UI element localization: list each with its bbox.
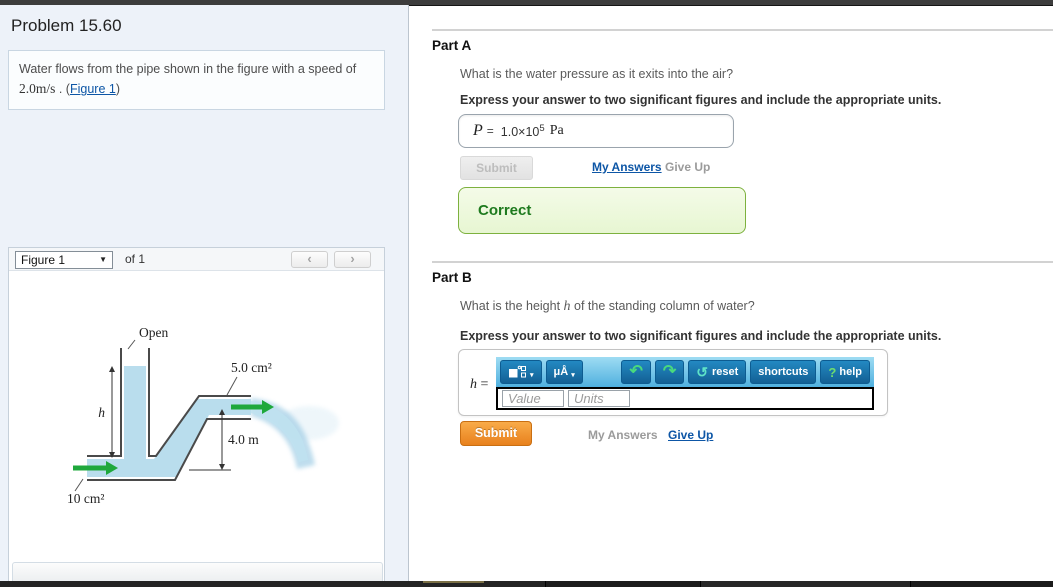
taskbar-accent <box>423 581 484 583</box>
taskbar <box>0 581 1053 587</box>
shortcuts-button[interactable]: shortcuts <box>750 360 817 384</box>
part-b-give-up-link[interactable]: Give Up <box>668 428 713 442</box>
open-leader-line <box>127 339 136 350</box>
area-out-leader-line <box>226 376 238 396</box>
taskbar-segment <box>545 581 701 587</box>
taskbar-segment <box>910 581 1053 587</box>
answer-symbol: P <box>473 122 483 139</box>
part-a-answer-field[interactable]: P = 1.0×105 Pa <box>458 114 734 148</box>
figure-header: Figure 1 ▼ of 1 ‹ › <box>9 248 384 271</box>
value-input[interactable] <box>502 390 564 407</box>
help-button[interactable]: ? help <box>820 360 870 384</box>
equation-toolbar: ▾ μÅ ▾ ↶ ↷ ↺ reset shortcuts ? help <box>496 357 874 387</box>
h-label: h <box>98 405 105 420</box>
part-a-my-answers-link[interactable]: My Answers <box>592 160 662 174</box>
height-label: 4.0 m <box>228 432 259 447</box>
reset-icon: ↺ <box>696 364 708 380</box>
part-a-submit-button: Submit <box>460 156 533 180</box>
correct-label: Correct <box>478 202 532 219</box>
part-a-instruction: Express your answer to two significant f… <box>460 93 942 107</box>
part-a-divider <box>432 29 1053 31</box>
answer-input-row <box>496 387 874 410</box>
part-b-submit-button[interactable]: Submit <box>460 421 532 446</box>
h-dimension <box>109 366 115 458</box>
taskbar-segment <box>700 581 911 587</box>
redo-icon: ↷ <box>662 363 677 380</box>
part-b-my-answers-label: My Answers <box>588 428 658 442</box>
item-view-panel: Problem 15.60 Water flows from the pipe … <box>0 5 409 585</box>
area-in-label: 10 cm² <box>67 491 104 506</box>
part-b-title: Part B <box>432 270 472 285</box>
chevron-right-icon: › <box>350 251 355 266</box>
figure-widget: Figure 1 ▼ of 1 ‹ › Open 5.0 cm² h 4.0 m… <box>8 247 385 585</box>
answer-value: 1.0×105 <box>500 122 545 140</box>
part-b-question: What is the height h of the standing col… <box>460 299 755 314</box>
part-b-divider <box>432 261 1053 263</box>
correct-feedback-box: Correct <box>458 187 746 234</box>
figure-link[interactable]: Figure 1 <box>70 82 116 96</box>
chevron-down-icon: ▼ <box>99 255 107 264</box>
figure-prev-button[interactable]: ‹ <box>291 251 328 268</box>
reset-button[interactable]: ↺ reset <box>688 360 747 384</box>
redo-button[interactable]: ↷ <box>654 360 685 384</box>
equation-editor: h = ▾ μÅ ▾ ↶ ↷ ↺ reset shortcuts ? help … <box>458 349 888 416</box>
equation-lhs: h = <box>470 377 489 392</box>
figure-select[interactable]: Figure 1 ▼ <box>15 251 113 269</box>
pipe-wall-left <box>87 348 122 457</box>
open-label: Open <box>139 325 168 340</box>
h-variable: h <box>563 299 571 314</box>
problem-statement: Water flows from the pipe shown in the f… <box>8 50 385 110</box>
exponent-template-icon <box>509 365 526 378</box>
question-mark-icon: ? <box>828 364 837 380</box>
units-menu-button[interactable]: μÅ ▾ <box>545 360 583 384</box>
figure-count-label: of 1 <box>125 252 146 266</box>
speed-value: 2.0m/s <box>19 81 56 97</box>
undo-icon: ↶ <box>629 363 643 380</box>
part-a-give-up-label: Give Up <box>665 160 711 174</box>
page-title: Problem 15.60 <box>11 16 122 35</box>
part-a-question: What is the water pressure as it exits i… <box>460 67 734 81</box>
mastering-physics-page: Problem 15.60 Water flows from the pipe … <box>0 0 1053 587</box>
part-a-title: Part A <box>432 38 472 53</box>
pipe-diagram: Open 5.0 cm² h 4.0 m 10 cm² <box>67 325 339 506</box>
part-b-instruction: Express your answer to two significant f… <box>460 329 942 343</box>
figure-next-button[interactable]: › <box>334 251 371 268</box>
chevron-down-icon: ▾ <box>530 372 534 379</box>
area-out-label: 5.0 cm² <box>231 360 272 375</box>
problem-text: Water flows from the pipe shown in the f… <box>19 62 357 76</box>
figure-canvas: Open 5.0 cm² h 4.0 m 10 cm² <box>9 271 384 559</box>
chevron-left-icon: ‹ <box>307 251 312 266</box>
chevron-down-icon: ▾ <box>571 372 575 379</box>
templates-button[interactable]: ▾ <box>500 360 542 384</box>
area-in-leader-line <box>74 478 84 492</box>
undo-button[interactable]: ↶ <box>621 360 651 384</box>
units-input[interactable] <box>568 390 630 407</box>
answer-unit: Pa <box>549 123 564 138</box>
